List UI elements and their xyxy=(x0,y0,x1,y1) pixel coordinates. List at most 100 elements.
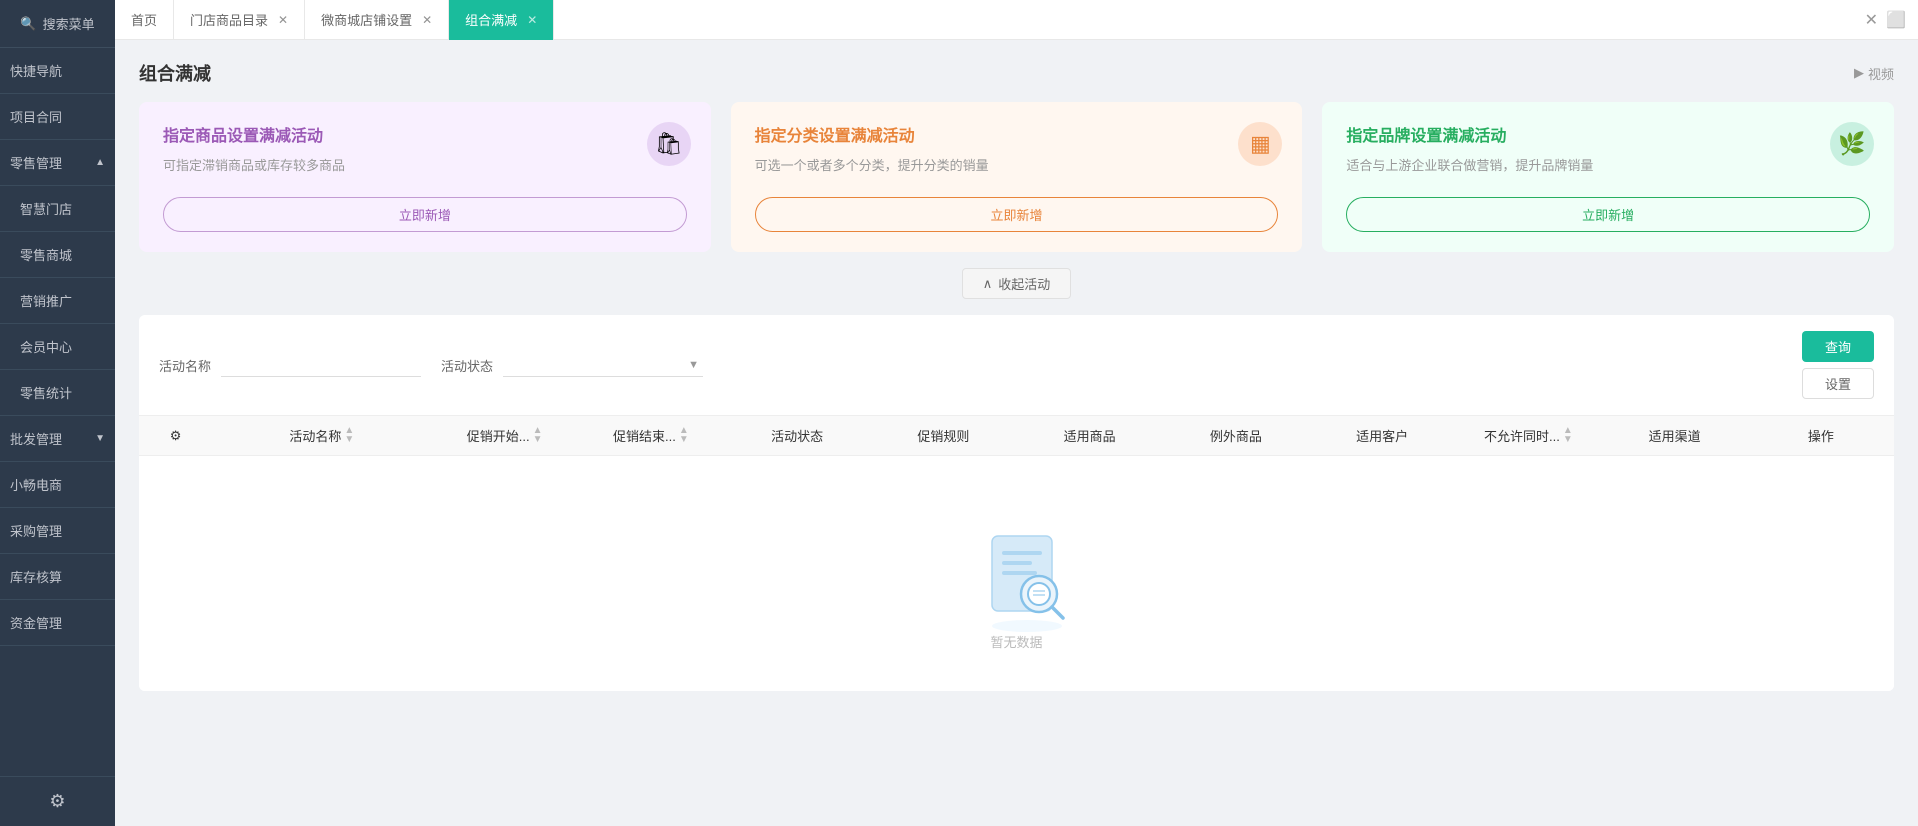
topbar: 首页 门店商品目录 ✕ 微商城店铺设置 ✕ 组合满减 ✕ ✕ ⬜ xyxy=(115,0,1918,40)
th-activity-name[interactable]: 活动名称 ▲▼ xyxy=(212,426,431,445)
sidebar-item-label: 库存核算 xyxy=(10,567,62,586)
sidebar-item-wholesale-mgmt[interactable]: 批发管理 ▼ xyxy=(0,416,115,462)
activity-cards: 指定商品设置满减活动 🛍 可指定滞销商品或库存较多商品 立即新增 指定分类设置满… xyxy=(139,102,1894,252)
th-label: 活动名称 xyxy=(289,426,341,445)
sidebar-item-member-center[interactable]: 会员中心 xyxy=(0,324,115,370)
maximize-icon[interactable]: ⬜ xyxy=(1886,10,1906,30)
sidebar-item-fund-mgmt[interactable]: 资金管理 xyxy=(0,600,115,646)
activity-status-select-wrapper: 进行中 已结束 未开始 ▼ xyxy=(503,353,703,377)
empty-illustration xyxy=(967,516,1067,616)
collapse-activity-btn[interactable]: ∧ 收起活动 xyxy=(962,268,1072,299)
category-activity-card: 指定分类设置满减活动 ▦ 可选一个或者多个分类，提升分类的销量 立即新增 xyxy=(731,102,1303,252)
search-actions: 查询 设置 xyxy=(1802,331,1874,399)
th-label: 促销开始... xyxy=(467,426,530,445)
th-exception-goods: 例外商品 xyxy=(1163,426,1309,445)
brand-card-add-btn[interactable]: 立即新增 xyxy=(1346,197,1870,232)
sidebar-item-label: 资金管理 xyxy=(10,613,62,632)
tab-wechat-store-close[interactable]: ✕ xyxy=(422,13,432,27)
tab-home[interactable]: 首页 xyxy=(115,0,174,40)
th-promo-start[interactable]: 促销开始... ▲▼ xyxy=(432,426,578,445)
sidebar-item-label: 智慧门店 xyxy=(20,199,72,218)
sidebar-item-label: 批发管理 xyxy=(10,429,62,448)
sidebar-item-label: 快捷导航 xyxy=(10,61,62,80)
th-not-allow[interactable]: 不允许同时... ▲▼ xyxy=(1455,426,1601,445)
sidebar-bottom: ⚙ xyxy=(0,776,115,826)
th-gear[interactable]: ⚙ xyxy=(139,428,212,444)
sidebar-item-project-contract[interactable]: 项目合同 xyxy=(0,94,115,140)
minimize-icon[interactable]: ✕ xyxy=(1865,10,1878,30)
tab-wechat-store[interactable]: 微商城店铺设置 ✕ xyxy=(305,0,449,40)
brand-card-desc: 适合与上游企业联合做营销，提升品牌销量 xyxy=(1346,156,1870,177)
th-applicable-channel: 适用渠道 xyxy=(1602,426,1748,445)
product-card-desc: 可指定滞销商品或库存较多商品 xyxy=(163,156,687,177)
sidebar-item-marketing[interactable]: 营销推广 xyxy=(0,278,115,324)
video-label: 视频 xyxy=(1868,64,1894,83)
th-promo-end[interactable]: 促销结束... ▲▼ xyxy=(578,426,724,445)
empty-text: 暂无数据 xyxy=(990,632,1042,651)
main-panel: 首页 门店商品目录 ✕ 微商城店铺设置 ✕ 组合满减 ✕ ✕ ⬜ 组合满减 ▶ … xyxy=(115,0,1918,826)
tab-store-catalog[interactable]: 门店商品目录 ✕ xyxy=(174,0,305,40)
play-icon: ▶ xyxy=(1854,65,1864,81)
sidebar-item-purchase-mgmt[interactable]: 采购管理 xyxy=(0,508,115,554)
sidebar-search-label: 搜索菜单 xyxy=(43,14,95,33)
tab-combo-discount[interactable]: 组合满减 ✕ xyxy=(449,0,554,40)
sidebar-item-label: 小畅电商 xyxy=(10,475,62,494)
tab-store-catalog-label: 门店商品目录 xyxy=(190,10,268,29)
activity-name-label: 活动名称 xyxy=(159,356,211,375)
th-promo-rule: 促销规则 xyxy=(870,426,1016,445)
chevron-up-icon: ▲ xyxy=(95,157,105,168)
sidebar: 🔍 搜索菜单 快捷导航 项目合同 零售管理 ▲ 智慧门店 零售商城 营销推广 会… xyxy=(0,0,115,826)
sidebar-item-retail-mall[interactable]: 零售商城 xyxy=(0,232,115,278)
th-label: 不允许同时... xyxy=(1484,426,1560,445)
sidebar-search[interactable]: 🔍 搜索菜单 xyxy=(0,0,115,48)
chevron-down-icon: ▼ xyxy=(95,433,105,444)
search-table-panel: 活动名称 活动状态 进行中 已结束 未开始 ▼ xyxy=(139,315,1894,691)
th-activity-status: 活动状态 xyxy=(724,426,870,445)
product-card-add-btn[interactable]: 立即新增 xyxy=(163,197,687,232)
setting-button[interactable]: 设置 xyxy=(1802,368,1874,399)
query-button[interactable]: 查询 xyxy=(1802,331,1874,362)
sidebar-item-xiaochange[interactable]: 小畅电商 xyxy=(0,462,115,508)
sort-icon: ▲▼ xyxy=(679,426,689,445)
activity-name-input[interactable] xyxy=(221,353,421,377)
sidebar-item-label: 项目合同 xyxy=(10,107,62,126)
th-label: 适用客户 xyxy=(1356,426,1408,445)
sidebar-item-label: 零售商城 xyxy=(20,245,72,264)
th-label: 促销规则 xyxy=(917,426,969,445)
sidebar-item-inventory-calc[interactable]: 库存核算 xyxy=(0,554,115,600)
sidebar-item-label: 零售统计 xyxy=(20,383,72,402)
gear-icon: ⚙ xyxy=(170,428,182,444)
sidebar-item-label: 采购管理 xyxy=(10,521,62,540)
activity-name-field: 活动名称 xyxy=(159,353,421,377)
sidebar-item-label: 营销推广 xyxy=(20,291,72,310)
tab-store-catalog-close[interactable]: ✕ xyxy=(278,13,288,27)
sidebar-item-retail-mgmt[interactable]: 零售管理 ▲ xyxy=(0,140,115,186)
sort-icon: ▲▼ xyxy=(533,426,543,445)
collapse-bar: ∧ 收起活动 xyxy=(139,268,1894,299)
sidebar-item-label: 零售管理 xyxy=(10,153,62,172)
th-label: 操作 xyxy=(1808,426,1834,445)
activity-status-select[interactable]: 进行中 已结束 未开始 xyxy=(503,353,703,377)
th-applicable-goods: 适用商品 xyxy=(1017,426,1163,445)
sidebar-item-quick-nav[interactable]: 快捷导航 xyxy=(0,48,115,94)
th-label: 例外商品 xyxy=(1210,426,1262,445)
th-label: 促销结束... xyxy=(613,426,676,445)
th-label: 适用渠道 xyxy=(1649,426,1701,445)
video-link[interactable]: ▶ 视频 xyxy=(1854,64,1894,83)
content-area: 组合满减 ▶ 视频 指定商品设置满减活动 🛍 可指定滞销商品或库存较多商品 立即… xyxy=(115,40,1918,826)
category-card-add-btn[interactable]: 立即新增 xyxy=(755,197,1279,232)
th-label: 活动状态 xyxy=(771,426,823,445)
sidebar-item-label: 会员中心 xyxy=(20,337,72,356)
tab-home-label: 首页 xyxy=(131,10,157,29)
tab-combo-discount-close[interactable]: ✕ xyxy=(527,13,537,27)
th-label: 适用商品 xyxy=(1064,426,1116,445)
sidebar-item-smart-store[interactable]: 智慧门店 xyxy=(0,186,115,232)
sidebar-item-retail-stats[interactable]: 零售统计 xyxy=(0,370,115,416)
sort-icon: ▲▼ xyxy=(1563,426,1573,445)
th-operation: 操作 xyxy=(1748,426,1894,445)
th-applicable-customer: 适用客户 xyxy=(1309,426,1455,445)
table-wrap: ⚙ 活动名称 ▲▼ 促销开始... ▲▼ 促销结束... ▲▼ xyxy=(139,415,1894,691)
settings-icon[interactable]: ⚙ xyxy=(49,791,65,812)
empty-state: 暂无数据 xyxy=(139,456,1894,691)
sort-icon: ▲▼ xyxy=(344,426,354,445)
